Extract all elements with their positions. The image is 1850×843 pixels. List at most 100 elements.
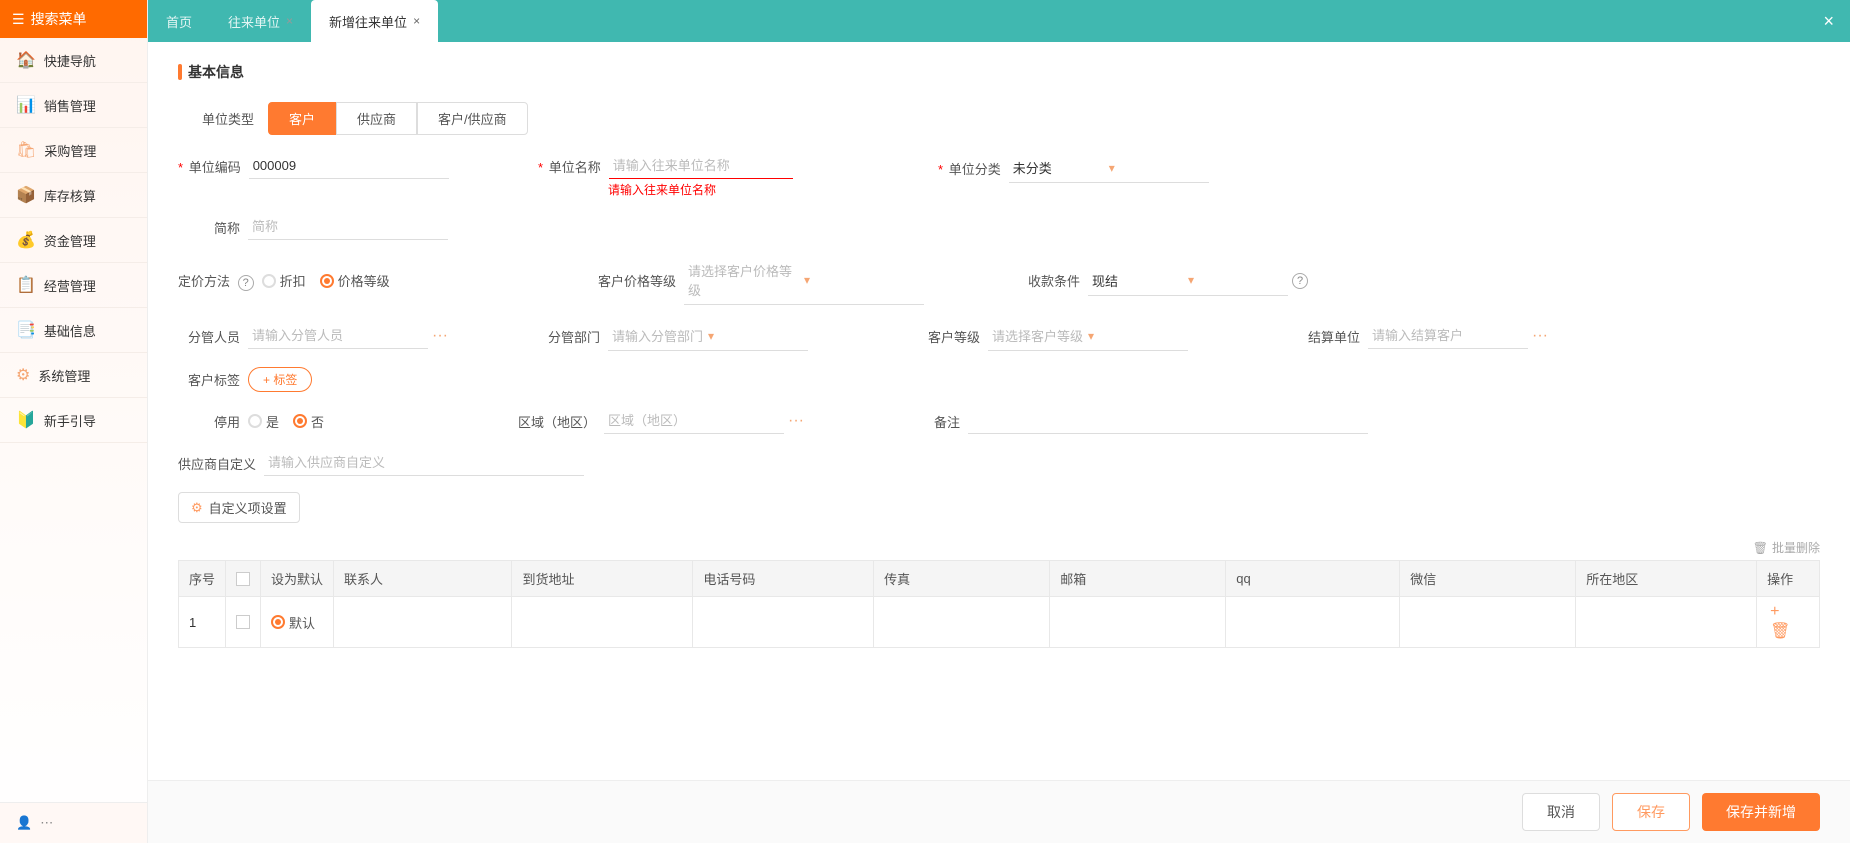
sidebar-item-quick-nav[interactable]: 🏠 快捷导航 — [0, 38, 147, 83]
unit-name-label: * 单位名称 — [538, 157, 609, 176]
customer-level-placeholder: 请选择客户等级 — [992, 326, 1088, 345]
payment-terms-help-icon[interactable]: ? — [1292, 273, 1308, 289]
payment-terms-select[interactable]: 现结 ▾ — [1088, 266, 1288, 296]
qq-input[interactable] — [1236, 610, 1389, 635]
required-star: * — [178, 160, 183, 175]
tab-partners[interactable]: 往来单位 × — [210, 0, 311, 42]
contact-input[interactable] — [344, 610, 501, 635]
payment-terms-value: 现结 — [1092, 271, 1188, 290]
tag-label: 客户标签 — [178, 370, 248, 389]
header-checkbox[interactable] — [236, 572, 250, 586]
sidebar-item-basic-info[interactable]: 📑 基础信息 — [0, 308, 147, 353]
custom-settings-button[interactable]: ⚙ 自定义项设置 — [178, 492, 300, 523]
settlement-input[interactable] — [1368, 323, 1528, 349]
fax-input[interactable] — [884, 610, 1039, 635]
batch-delete-label[interactable]: 批量删除 — [1772, 539, 1820, 556]
chevron-down-icon-4: ▾ — [708, 329, 804, 343]
tab-close-all[interactable]: × — [1807, 0, 1850, 42]
notes-label: 备注 — [898, 412, 968, 431]
customer-price-label: 客户价格等级 — [598, 271, 684, 290]
settlement-more-icon[interactable]: ··· — [1528, 327, 1552, 345]
gear-icon: ⚙ — [191, 500, 203, 516]
notes-input[interactable] — [968, 408, 1368, 434]
unit-type-customer[interactable]: 客户 — [268, 102, 336, 135]
tab-new-partner[interactable]: 新增往来单位 × — [311, 0, 438, 42]
email-input[interactable] — [1060, 610, 1215, 635]
short-name-input[interactable] — [248, 214, 448, 240]
col-default: 设为默认 — [261, 561, 334, 597]
row-checkbox[interactable] — [236, 615, 250, 629]
search-icon: ☰ — [12, 11, 25, 28]
unit-category-value: 未分类 — [1013, 158, 1109, 177]
default-radio[interactable]: 默认 — [271, 613, 323, 632]
dept-select[interactable]: 请输入分管部门 ▾ — [608, 321, 808, 351]
unit-type-both[interactable]: 客户/供应商 — [417, 102, 528, 135]
customer-level-select[interactable]: 请选择客户等级 ▾ — [988, 321, 1188, 351]
sidebar-search-label: 搜索菜单 — [31, 9, 87, 29]
col-action: 操作 — [1757, 561, 1820, 597]
unit-category-select[interactable]: 未分类 ▾ — [1009, 153, 1209, 183]
pricing-discount-radio[interactable]: 折扣 — [262, 271, 306, 290]
sidebar-item-new-guide[interactable]: 🔰 新手引导 — [0, 398, 147, 443]
form-row-tag: 客户标签 + 标签 — [178, 367, 1820, 392]
customer-level-field: 客户等级 请选择客户等级 ▾ — [918, 321, 1258, 351]
wechat-input[interactable] — [1410, 610, 1565, 635]
operations-icon: 📋 — [16, 275, 36, 295]
pricing-method-help-icon[interactable]: ? — [238, 275, 254, 291]
disabled-yes-radio[interactable]: 是 — [248, 412, 279, 431]
disabled-field: 停用 是 否 — [178, 412, 478, 431]
yes-radio-circle — [248, 414, 262, 428]
unit-type-supplier[interactable]: 供应商 — [336, 102, 417, 135]
tag-field: 客户标签 + 标签 — [178, 367, 1820, 392]
sidebar-item-finance[interactable]: 💰 资金管理 — [0, 218, 147, 263]
region-input[interactable] — [604, 408, 784, 434]
section-bar-icon — [178, 64, 182, 80]
tab-new-partner-close[interactable]: × — [413, 14, 420, 28]
sidebar-item-system[interactable]: ⚙ 系统管理 — [0, 353, 147, 398]
contact-table: 序号 设为默认 联系人 到货地址 电话号码 传真 邮箱 qq 微信 所在地区 操… — [178, 560, 1820, 648]
unit-code-input[interactable] — [249, 153, 449, 179]
sidebar-search[interactable]: ☰ 搜索菜单 — [0, 0, 147, 38]
add-row-button[interactable]: + — [1767, 603, 1782, 620]
cell-no: 1 — [179, 597, 226, 648]
dept-placeholder: 请输入分管部门 — [612, 326, 708, 345]
supplier-custom-input[interactable] — [264, 450, 584, 476]
level-radio-circle — [320, 274, 334, 288]
form-row-short-name: 简称 — [178, 214, 1820, 240]
unit-name-error: 请输入往来单位名称 — [608, 181, 716, 198]
region-table-input[interactable] — [1586, 610, 1746, 635]
sidebar-item-sales[interactable]: 📊 销售管理 — [0, 83, 147, 128]
tab-partners-close[interactable]: × — [286, 14, 293, 28]
add-tag-button[interactable]: + 标签 — [248, 367, 312, 392]
cancel-button[interactable]: 取消 — [1522, 793, 1600, 831]
required-star-2: * — [538, 160, 543, 175]
save-new-button[interactable]: 保存并新增 — [1702, 793, 1820, 831]
custom-settings-label: 自定义项设置 — [209, 498, 287, 517]
tab-home[interactable]: 首页 — [148, 0, 210, 42]
phone-input[interactable] — [703, 610, 863, 635]
address-input[interactable] — [522, 610, 682, 635]
sales-icon: 📊 — [16, 95, 36, 115]
sidebar-item-operations[interactable]: 📋 经营管理 — [0, 263, 147, 308]
tab-new-partner-label: 新增往来单位 — [329, 12, 407, 31]
sidebar-item-label: 销售管理 — [44, 96, 96, 115]
delete-row-button[interactable]: 🗑 — [1767, 623, 1793, 640]
col-fax: 传真 — [874, 561, 1050, 597]
manager-field: 分管人员 ··· — [178, 323, 498, 349]
manager-input[interactable] — [248, 323, 428, 349]
dept-field: 分管部门 请输入分管部门 ▾ — [538, 321, 878, 351]
unit-name-input[interactable] — [609, 153, 793, 179]
sidebar-bottom: 👤 ⋯ — [0, 802, 147, 843]
save-button[interactable]: 保存 — [1612, 793, 1690, 831]
sidebar-item-label: 采购管理 — [44, 141, 96, 160]
discount-radio-circle — [262, 274, 276, 288]
pricing-level-radio[interactable]: 价格等级 — [320, 271, 390, 290]
region-more-icon[interactable]: ··· — [784, 412, 808, 430]
sidebar-item-inventory[interactable]: 📦 库存核算 — [0, 173, 147, 218]
unit-type-row: 单位类型 客户 供应商 客户/供应商 — [178, 102, 1820, 135]
sidebar-item-purchase[interactable]: 🛍 采购管理 — [0, 128, 147, 173]
customer-price-select[interactable]: 请选择客户价格等级 ▾ — [684, 256, 924, 305]
unit-name-field-group: * 单位名称 — [538, 153, 793, 179]
manager-more-icon[interactable]: ··· — [428, 327, 452, 345]
disabled-no-radio[interactable]: 否 — [293, 412, 324, 431]
